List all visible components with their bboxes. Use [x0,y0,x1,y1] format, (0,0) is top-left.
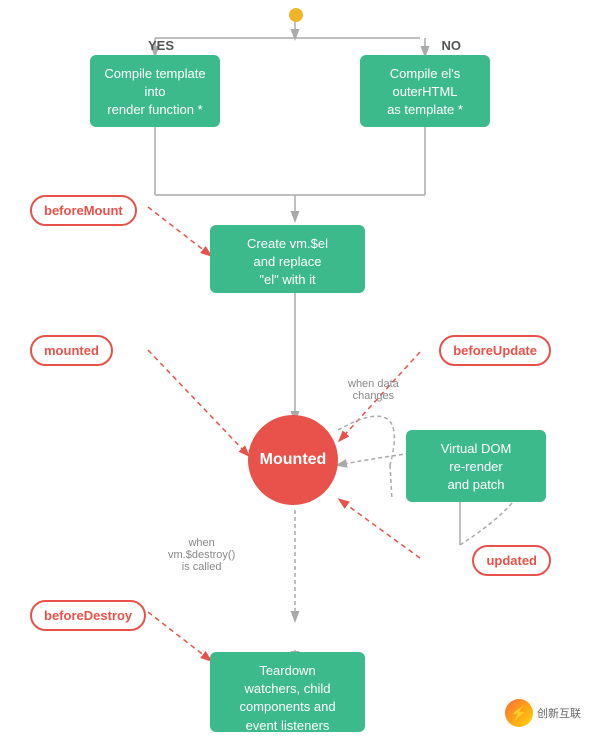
watermark-text: 创新互联 [537,705,581,721]
compile-el-box: Compile el's outerHTML as template * [360,55,490,127]
start-dot [289,8,303,22]
updated-hook: updated [472,545,551,576]
yes-label: YES [148,38,174,53]
teardown-box: Teardown watchers, child components and … [210,652,365,732]
before-destroy-hook: beforeDestroy [30,600,146,631]
watermark: ⚡ 创新互联 [505,699,581,727]
before-update-hook: beforeUpdate [439,335,551,366]
compile-template-box: Compile template into render function * [90,55,220,127]
virtual-dom-box: Virtual DOM re-render and patch [406,430,546,502]
before-mount-hook: beforeMount [30,195,137,226]
when-data-changes-label: when data changes [348,378,399,402]
when-destroy-label: when vm.$destroy() is called [168,537,235,573]
create-vm-box: Create vm.$el and replace "el" with it [210,225,365,293]
no-label: NO [442,38,462,53]
diagram-container: YES NO Compile template into render func… [0,0,591,737]
watermark-icon: ⚡ [505,699,533,727]
mounted-circle: Mounted [248,415,338,505]
mounted-hook: mounted [30,335,113,366]
